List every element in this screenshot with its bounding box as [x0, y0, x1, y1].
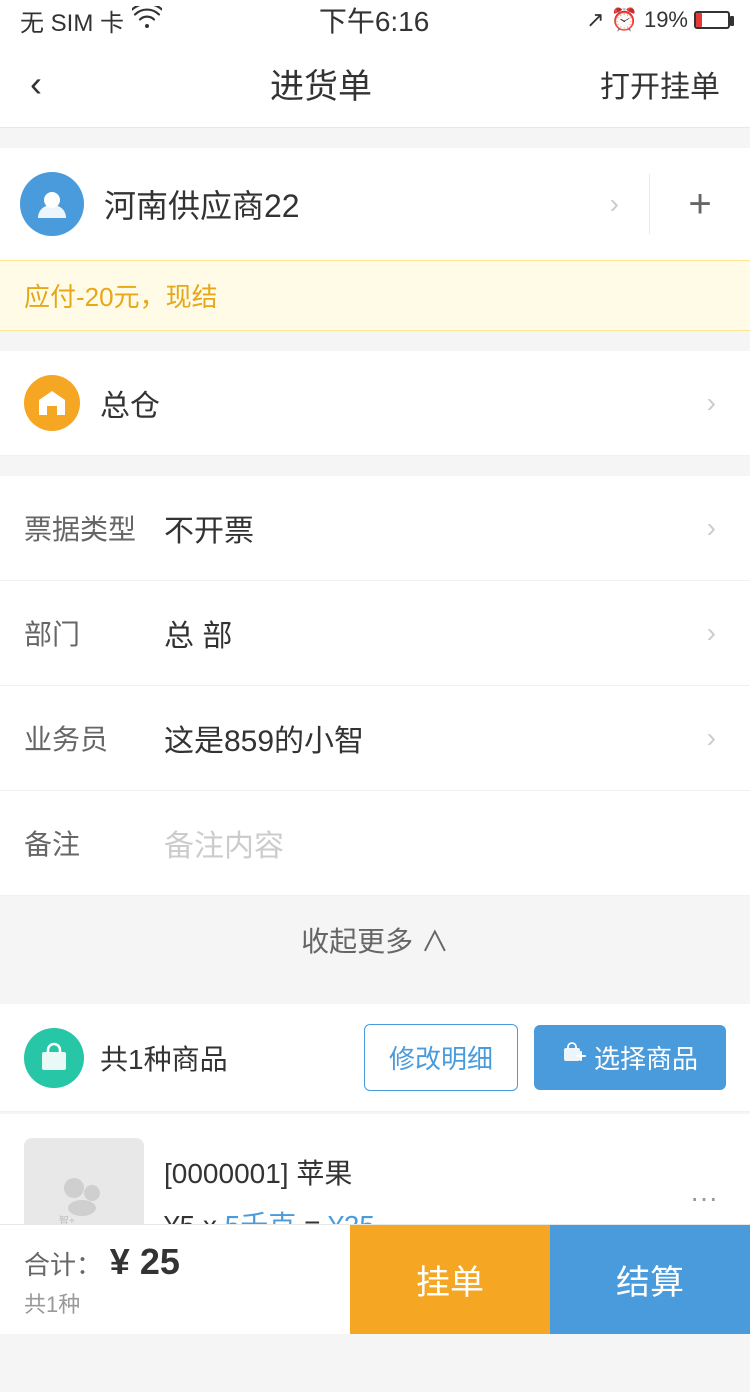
salesperson-value: 这是859的小智 — [164, 716, 707, 760]
invoice-type-chevron-icon: › — [707, 512, 716, 544]
divider-3 — [0, 456, 750, 476]
product-name: [0000001] 苹果 — [164, 1152, 662, 1192]
supplier-name: 河南供应商22 — [104, 181, 610, 227]
department-chevron-icon: › — [707, 617, 716, 649]
product-more-button[interactable]: ··· — [682, 1174, 726, 1222]
total-section: 合计： ¥ 25 共1种 — [0, 1241, 350, 1319]
product-header: 共1种商品 修改明细 选择商品 — [0, 1004, 750, 1112]
alarm-icon: ⏰ — [611, 7, 638, 33]
warehouse-chevron-icon: › — [707, 387, 716, 419]
remark-row[interactable]: 备注 备注内容 — [0, 791, 750, 896]
remark-label: 备注 — [24, 823, 164, 863]
remark-value: 备注内容 — [164, 821, 726, 865]
department-value: 总 部 — [164, 611, 707, 655]
department-label: 部门 — [24, 613, 164, 653]
salesperson-row[interactable]: 业务员 这是859的小智 › — [0, 686, 750, 791]
divider-4 — [0, 984, 750, 1004]
total-amount: ¥ 25 — [110, 1241, 180, 1282]
nav-bar: ‹ 进货单 打开挂单 — [0, 40, 750, 128]
bottom-bar: 合计： ¥ 25 共1种 挂单 结算 — [0, 1224, 750, 1334]
product-count: 共1种商品 — [100, 1038, 348, 1078]
battery-icon — [694, 11, 730, 29]
warehouse-selector[interactable]: 总仓 › — [0, 351, 750, 456]
bottom-actions: 挂单 结算 — [350, 1225, 750, 1334]
back-button[interactable]: ‹ — [30, 63, 42, 105]
divider-1 — [0, 128, 750, 148]
collapse-button[interactable]: 收起更多 ∧ — [0, 896, 750, 984]
supplier-section: 河南供应商22 › + — [0, 148, 750, 260]
status-time: 下午6:16 — [319, 0, 430, 40]
select-product-label: 选择商品 — [594, 1039, 698, 1076]
checkout-button[interactable]: 结算 — [550, 1225, 750, 1334]
warehouse-name: 总仓 — [100, 381, 707, 425]
open-pending-button[interactable]: 打开挂单 — [600, 62, 720, 106]
department-row[interactable]: 部门 总 部 › — [0, 581, 750, 686]
divider-2 — [0, 331, 750, 351]
warehouse-icon — [24, 375, 80, 431]
total-count: 共1种 — [24, 1287, 326, 1319]
supplier-avatar — [20, 172, 84, 236]
product-title: 苹果 — [296, 1158, 352, 1189]
add-supplier-button[interactable]: + — [650, 182, 750, 227]
total-label: 合计： — [24, 1250, 102, 1280]
battery-text: 19% — [644, 7, 688, 33]
salesperson-chevron-icon: › — [707, 722, 716, 754]
product-icon — [24, 1028, 84, 1088]
pending-button[interactable]: 挂单 — [350, 1225, 550, 1334]
wifi-icon — [132, 6, 162, 35]
edit-detail-button[interactable]: 修改明细 — [364, 1024, 518, 1091]
product-id: [0000001] — [164, 1158, 289, 1189]
supplier-selector[interactable]: 河南供应商22 › — [0, 148, 649, 260]
supplier-notice: 应付-20元，现结 — [0, 260, 750, 331]
salesperson-label: 业务员 — [24, 718, 164, 758]
location-icon: ↗ — [586, 7, 604, 33]
page-title: 进货单 — [270, 59, 372, 108]
status-left: 无 SIM 卡 — [20, 3, 162, 38]
invoice-type-value: 不开票 — [164, 506, 707, 550]
carrier-text: 无 SIM 卡 — [20, 3, 124, 38]
status-bar: 无 SIM 卡 下午6:16 ↗ ⏰ 19% — [0, 0, 750, 40]
invoice-type-label: 票据类型 — [24, 508, 164, 548]
status-right: ↗ ⏰ 19% — [586, 7, 730, 33]
select-product-icon — [562, 1042, 586, 1073]
supplier-chevron-icon: › — [610, 188, 619, 220]
select-product-button[interactable]: 选择商品 — [534, 1025, 726, 1090]
invoice-type-row[interactable]: 票据类型 不开票 › — [0, 476, 750, 581]
